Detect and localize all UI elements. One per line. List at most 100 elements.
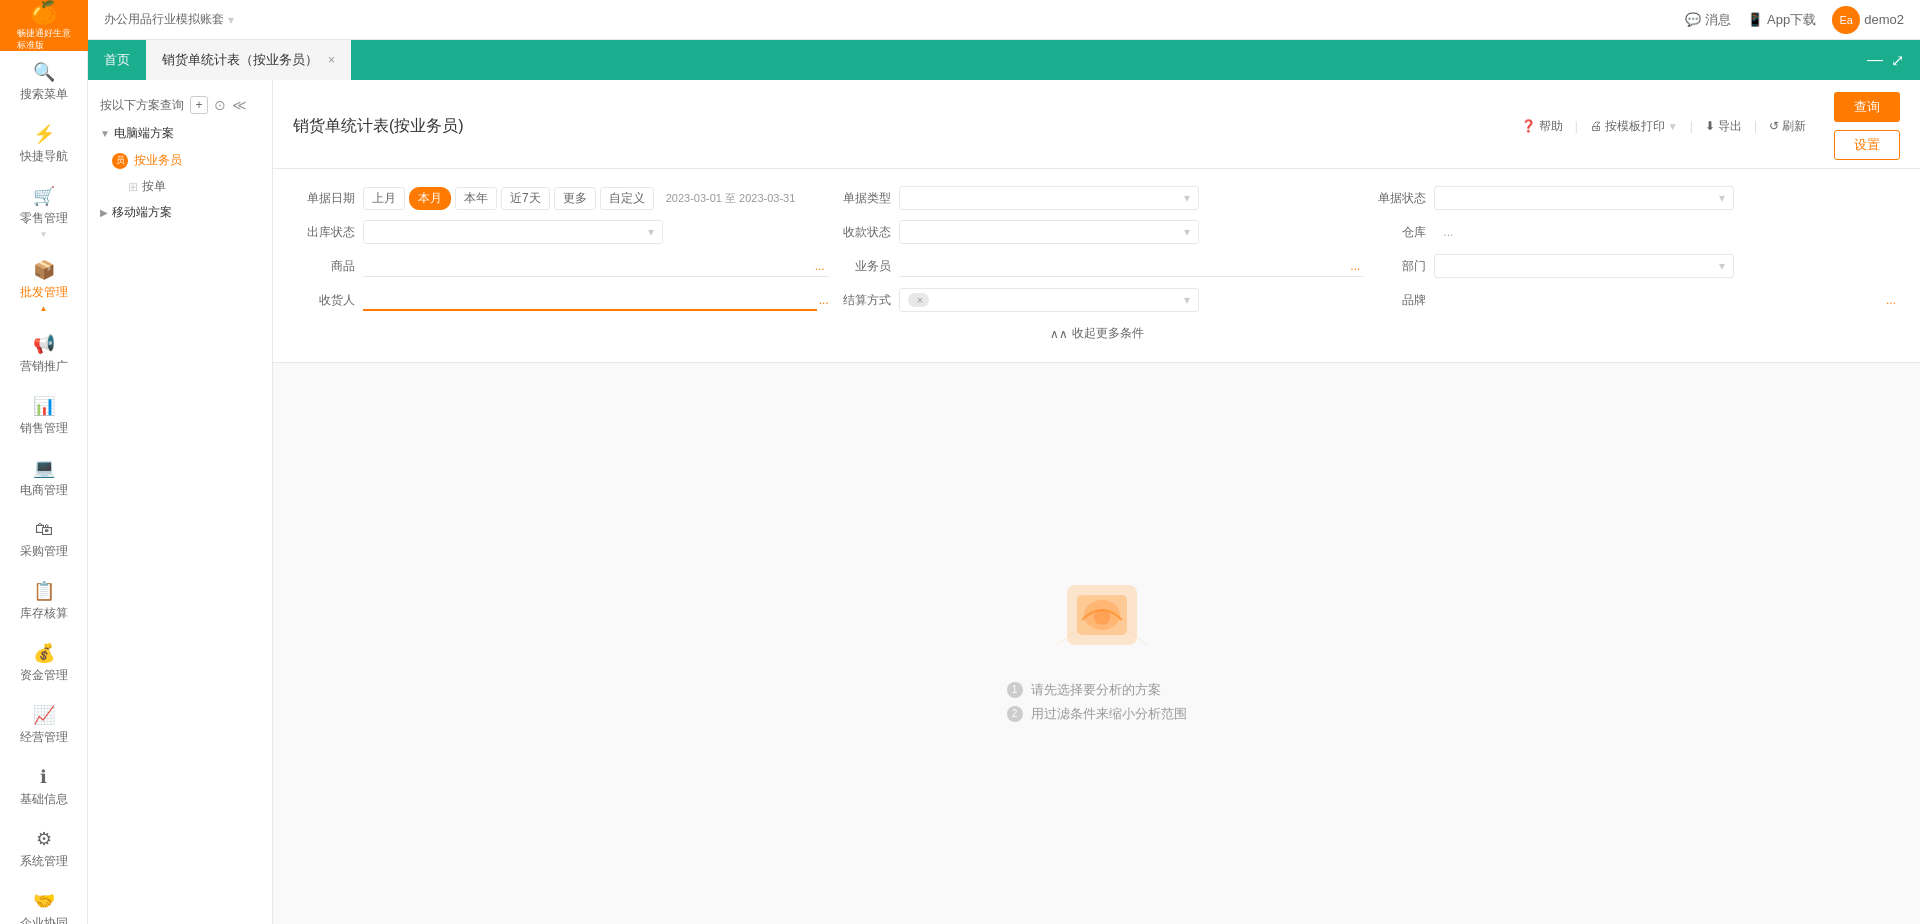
date-btn-custom[interactable]: 自定义	[600, 187, 654, 210]
filter-salesperson: 业务员 ...	[829, 249, 1365, 283]
tab-actions: — ⤢	[1867, 51, 1920, 70]
page-header: 销货单统计表(按业务员) ❓ 帮助 | 🖨 按模板打印 ▼ | ⬇	[273, 80, 1920, 169]
date-label: 单据日期	[293, 190, 363, 207]
sidebar-item-search[interactable]: 🔍 搜索菜单	[0, 51, 87, 113]
settings-button[interactable]: 设置	[1834, 130, 1900, 160]
tab-home-label: 首页	[104, 51, 130, 69]
salesperson-label: 业务员	[829, 258, 899, 275]
warehouse-input[interactable]: ...	[1434, 220, 1462, 244]
retail-icon: 🛒	[33, 185, 55, 207]
logo-text: 畅捷通好生意标准版	[17, 28, 71, 51]
filter-settlement: 结算方式 × ▾	[829, 283, 1365, 317]
date-btn-last-month[interactable]: 上月	[363, 187, 405, 210]
date-range: 2023-03-01 至 2023-03-31	[666, 191, 796, 206]
goods-input[interactable]: ...	[363, 256, 829, 277]
help-btn[interactable]: ❓ 帮助	[1521, 118, 1563, 135]
avatar: Ea	[1832, 6, 1860, 34]
settlement-content: × ▾	[899, 288, 1365, 312]
status-select[interactable]: ▾	[1434, 186, 1734, 210]
sidebar-item-basic[interactable]: ℹ 基础信息	[0, 756, 87, 818]
payment-select[interactable]: ▾	[899, 220, 1199, 244]
app-icon: 📱	[1747, 12, 1763, 27]
goods-ellipsis: ...	[815, 259, 825, 273]
sidebar-item-inventory[interactable]: 📋 库存核算	[0, 570, 87, 632]
tree-mobile-scheme[interactable]: ▶ 移动端方案	[88, 199, 272, 226]
brand-label: 品牌	[1364, 292, 1434, 309]
filter-payment: 收款状态 ▾	[829, 215, 1365, 249]
dept-select[interactable]: ▾	[1434, 254, 1734, 278]
message-btn[interactable]: 💬 消息	[1685, 11, 1731, 29]
filter-area: 单据日期 上月 本月 本年 近7天 更多 自定义 2023-03-01 至 20…	[273, 169, 1920, 363]
date-btn-this-month[interactable]: 本月	[409, 187, 451, 210]
settlement-tag-close-btn[interactable]: ×	[917, 294, 923, 306]
tip-num-1: 1	[1007, 682, 1023, 698]
refresh-btn[interactable]: ↺ 刷新	[1769, 118, 1806, 135]
ecommerce-icon: 💻	[33, 457, 55, 479]
sidebar-item-cooperation[interactable]: 🤝 企业协同	[0, 880, 87, 924]
tab-close-btn[interactable]: ×	[328, 53, 335, 67]
tip-item-1: 1 请先选择要分析的方案	[1007, 681, 1187, 699]
salesperson-input[interactable]: ...	[899, 256, 1365, 277]
tree-child-salesperson[interactable]: 员 按业务员	[88, 147, 272, 174]
shortcut-icon: ⚡	[33, 123, 55, 145]
payment-content: ▾	[899, 220, 1365, 244]
empty-state: 1 请先选择要分析的方案 2 用过滤条件来缩小分析范围	[273, 363, 1920, 924]
tab-expand-btn[interactable]: ⤢	[1891, 51, 1904, 70]
user-menu[interactable]: Ea demo2	[1832, 6, 1904, 34]
sidebar-item-operations[interactable]: 📈 经营管理	[0, 694, 87, 756]
sidebar-item-system[interactable]: ⚙ 系统管理	[0, 818, 87, 880]
collapse-panel-btn[interactable]: ≪	[232, 97, 247, 113]
type-arrow-icon: ▾	[1184, 191, 1190, 205]
tip-text-2: 用过滤条件来缩小分析范围	[1031, 705, 1187, 723]
sidebar-item-label: 企业协同	[20, 915, 68, 924]
print-btn[interactable]: 🖨 按模板打印 ▼	[1590, 118, 1678, 135]
sidebar-item-shortcut[interactable]: ⚡ 快捷导航	[0, 113, 87, 175]
salesperson-scheme-label: 按业务员	[134, 152, 182, 169]
consignee-label: 收货人	[293, 292, 363, 309]
settlement-label: 结算方式	[829, 292, 899, 309]
out-status-select[interactable]: ▾	[363, 220, 663, 244]
sidebar-item-ecommerce[interactable]: 💻 电商管理	[0, 447, 87, 509]
app-download-btn[interactable]: 📱 App下载	[1747, 11, 1816, 29]
tree-mobile-label: 移动端方案	[112, 204, 172, 221]
sidebar-item-sales[interactable]: 📊 销售管理	[0, 385, 87, 447]
sidebar-item-label: 基础信息	[20, 791, 68, 808]
tree-pc-scheme[interactable]: ▼ 电脑端方案	[88, 120, 272, 147]
copy-scheme-btn[interactable]: ⊙	[214, 97, 226, 113]
filter-status: 单据状态 ▾	[1364, 181, 1900, 215]
tree-pc-label: 电脑端方案	[114, 125, 174, 142]
type-select[interactable]: ▾	[899, 186, 1199, 210]
filter-type: 单据类型 ▾	[829, 181, 1365, 215]
date-btn-7days[interactable]: 近7天	[501, 187, 550, 210]
finance-icon: 💰	[33, 642, 55, 664]
status-label: 单据状态	[1364, 190, 1434, 207]
sidebar-item-wholesale[interactable]: 📦 批发管理 ▲	[0, 249, 87, 323]
consignee-input[interactable]	[363, 289, 817, 311]
date-btn-more[interactable]: 更多	[554, 187, 596, 210]
sidebar-item-label: 资金管理	[20, 667, 68, 684]
tab-minimize-btn[interactable]: —	[1867, 51, 1883, 69]
settlement-arrow-icon: ▾	[1184, 293, 1190, 307]
query-button[interactable]: 查询	[1834, 92, 1900, 122]
warehouse-label: 仓库	[1364, 224, 1434, 241]
refresh-label: 刷新	[1782, 118, 1806, 135]
date-btn-this-year[interactable]: 本年	[455, 187, 497, 210]
warehouse-ellipsis: ...	[1443, 225, 1453, 239]
add-scheme-btn[interactable]: +	[190, 96, 208, 114]
export-btn[interactable]: ⬇ 导出	[1705, 118, 1742, 135]
tab-current[interactable]: 销货单统计表（按业务员） ×	[146, 40, 351, 80]
collapse-btn[interactable]: ∧∧ 收起更多条件	[1042, 317, 1152, 350]
divider1: |	[1575, 119, 1578, 133]
tree-sub-order[interactable]: ⊞ 按单	[88, 174, 272, 199]
sidebar-item-purchase[interactable]: 🛍 采购管理	[0, 509, 87, 570]
tab-home[interactable]: 首页	[88, 40, 146, 80]
filter-brand: 品牌 ...	[1364, 283, 1900, 317]
sidebar-item-marketing[interactable]: 📢 营销推广	[0, 323, 87, 385]
settlement-select[interactable]: × ▾	[899, 288, 1199, 312]
brand-input[interactable]: ...	[1434, 290, 1900, 310]
sidebar-item-retail[interactable]: 🛒 零售管理 ▼	[0, 175, 87, 249]
sidebar-item-finance[interactable]: 💰 资金管理	[0, 632, 87, 694]
collapse-label: 收起更多条件	[1072, 325, 1144, 342]
panel-header: 按以下方案查询 + ⊙ ≪	[88, 90, 272, 120]
right-content: 销货单统计表(按业务员) ❓ 帮助 | 🖨 按模板打印 ▼ | ⬇	[273, 80, 1920, 924]
